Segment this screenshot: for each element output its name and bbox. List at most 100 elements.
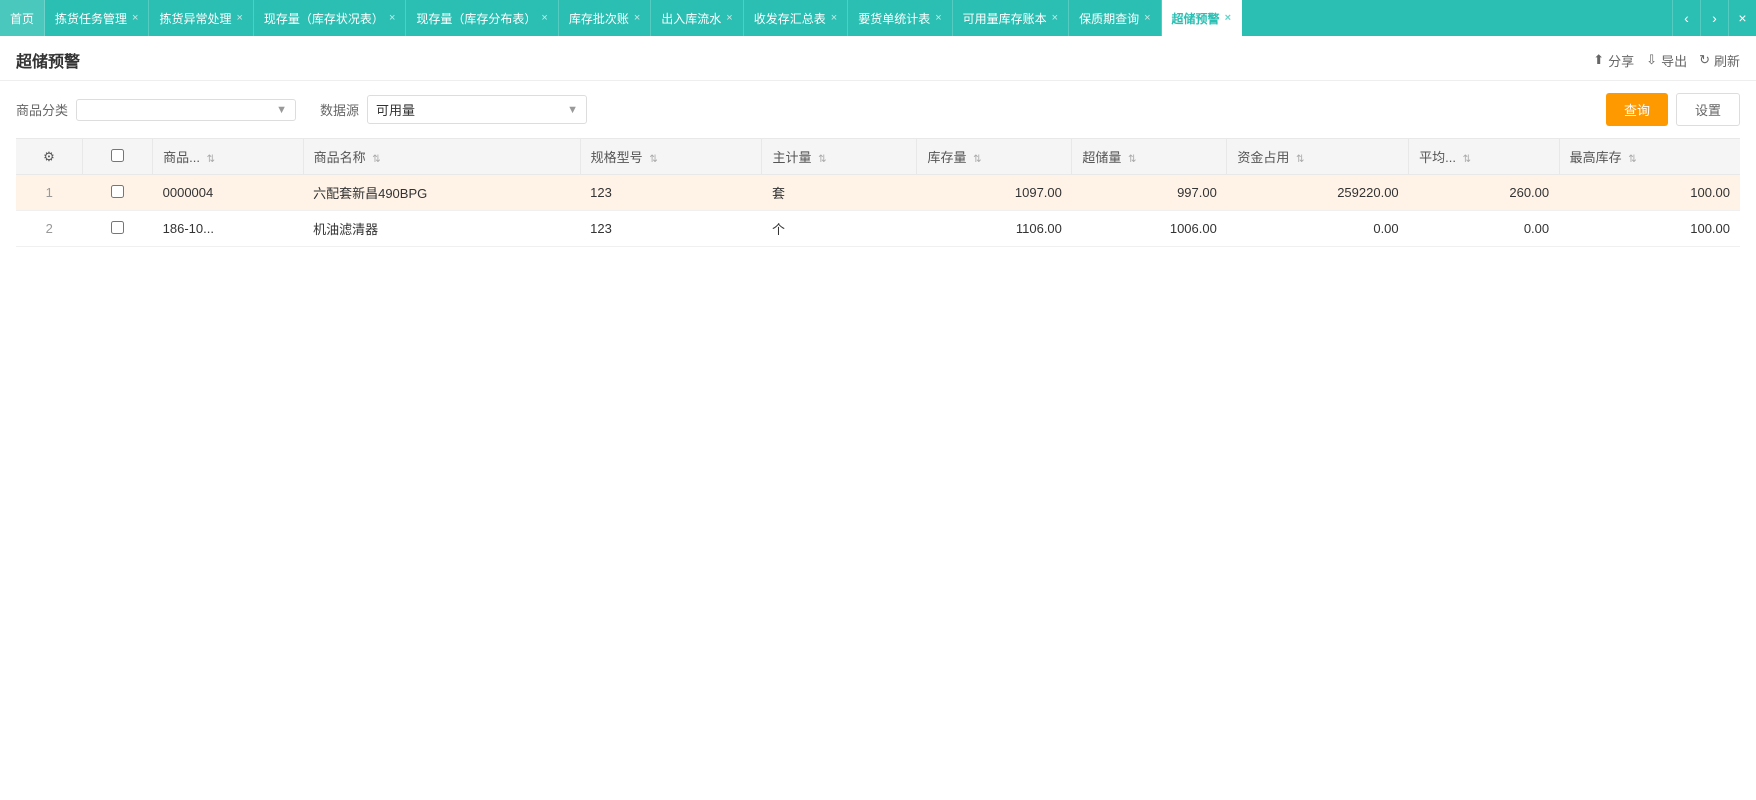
sort-overstock-icon: ⇅ [1128,154,1136,165]
refresh-icon: ↻ [1699,52,1710,68]
th-code[interactable]: 商品... ⇅ [153,139,303,175]
sort-name-icon: ⇅ [372,154,380,165]
page-header: 超储预警 ⬆ 分享 ⇩ 导出 ↻ 刷新 [0,36,1756,81]
close-tab-flow[interactable]: × [726,12,732,24]
nav-bar: 首页 拣货任务管理 × 拣货异常处理 × 现存量（库存状况表） × 现存量（库存… [0,0,1756,36]
row-avg-0: 260.00 [1409,175,1559,211]
filter-actions: 查询 设置 [1606,93,1740,126]
row-unit-1: 个 [762,211,917,247]
row-check-0[interactable] [82,175,152,211]
close-tab-stock-dist[interactable]: × [541,12,547,24]
sort-max-icon: ⇅ [1628,154,1636,165]
settings-button[interactable]: 设置 [1676,93,1740,126]
table-row: 2 186-10... 机油滤清器 123 个 1106.00 1006.00 … [16,211,1740,247]
datasource-filter: 数据源 可用量 ▼ [320,95,587,124]
refresh-button[interactable]: ↻ 刷新 [1699,51,1740,70]
sort-capital-icon: ⇅ [1296,154,1304,165]
nav-tab-order-stat[interactable]: 要货单统计表 × [848,0,952,36]
datasource-select[interactable]: 可用量 ▼ [367,95,587,124]
row-name-0: 六配套新昌490BPG [303,175,580,211]
filter-area: 商品分类 ▼ 数据源 可用量 ▼ 查询 设置 [0,81,1756,138]
th-gear[interactable]: ⚙ [16,139,82,175]
share-icon: ⬆ [1593,52,1604,68]
close-tab-quality[interactable]: × [1144,12,1150,24]
close-tab-summary[interactable]: × [831,12,837,24]
sort-unit-icon: ⇅ [818,154,826,165]
row-num-1: 2 [16,211,82,247]
nav-prev-btn[interactable]: ‹ [1672,0,1700,36]
row-max-stock-0: 100.00 [1559,175,1740,211]
th-capital[interactable]: 资金占用 ⇅ [1227,139,1409,175]
th-max-stock[interactable]: 最高库存 ⇅ [1559,139,1740,175]
nav-next-btn[interactable]: › [1700,0,1728,36]
th-spec[interactable]: 规格型号 ⇅ [580,139,762,175]
th-checkbox[interactable] [82,139,152,175]
header-actions: ⬆ 分享 ⇩ 导出 ↻ 刷新 [1593,51,1740,70]
category-select[interactable]: ▼ [76,99,296,121]
nav-tab-summary[interactable]: 收发存汇总表 × [744,0,848,36]
nav-tab-home[interactable]: 首页 [0,0,45,36]
row-avg-1: 0.00 [1409,211,1559,247]
row-spec-0: 123 [580,175,762,211]
table-header-row: ⚙ 商品... ⇅ 商品名称 ⇅ 规格型号 ⇅ [16,139,1740,175]
th-unit[interactable]: 主计量 ⇅ [762,139,917,175]
row-spec-1: 123 [580,211,762,247]
row-stock-0: 1097.00 [917,175,1072,211]
nav-tab-overstock[interactable]: 超储预警 × [1162,0,1242,36]
row-check-1[interactable] [82,211,152,247]
query-button[interactable]: 查询 [1606,93,1668,126]
row-capital-0: 259220.00 [1227,175,1409,211]
close-tab-stock-status[interactable]: × [389,12,395,24]
page-title: 超储预警 [16,48,80,72]
category-filter: 商品分类 ▼ [16,99,296,121]
close-tab-order-stat[interactable]: × [935,12,941,24]
nav-tab-stock-dist[interactable]: 现存量（库存分布表） × [406,0,558,36]
close-tab-available[interactable]: × [1052,12,1058,24]
data-table: ⚙ 商品... ⇅ 商品名称 ⇅ 规格型号 ⇅ [16,138,1740,247]
row-code-1: 186-10... [153,211,303,247]
row-max-stock-1: 100.00 [1559,211,1740,247]
sort-code-icon: ⇅ [207,154,215,165]
th-name[interactable]: 商品名称 ⇅ [303,139,580,175]
th-overstock[interactable]: 超储量 ⇅ [1072,139,1227,175]
th-avg[interactable]: 平均... ⇅ [1409,139,1559,175]
export-button[interactable]: ⇩ 导出 [1646,51,1687,70]
category-chevron-icon: ▼ [276,104,287,116]
nav-tab-quality[interactable]: 保质期查询 × [1069,0,1161,36]
close-tab-overstock[interactable]: × [1225,12,1231,24]
table-row: 1 0000004 六配套新昌490BPG 123 套 1097.00 997.… [16,175,1740,211]
datasource-label: 数据源 [320,100,359,119]
category-label: 商品分类 [16,100,68,119]
select-all-checkbox[interactable] [111,149,124,162]
nav-tab-task[interactable]: 拣货任务管理 × [45,0,149,36]
table-container: ⚙ 商品... ⇅ 商品名称 ⇅ 规格型号 ⇅ [0,138,1756,247]
row-num-0: 1 [16,175,82,211]
sort-stock-icon: ⇅ [973,154,981,165]
sort-avg-icon: ⇅ [1463,154,1471,165]
close-tab-task[interactable]: × [132,12,138,24]
row-capital-1: 0.00 [1227,211,1409,247]
nav-arrows: ‹ › × [1672,0,1756,36]
nav-tab-available[interactable]: 可用量库存账本 × [953,0,1069,36]
nav-tab-stock-status[interactable]: 现存量（库存状况表） × [254,0,406,36]
row-unit-0: 套 [762,175,917,211]
row-overstock-1: 1006.00 [1072,211,1227,247]
nav-tab-stock-batch[interactable]: 库存批次账 × [559,0,651,36]
datasource-value: 可用量 [376,100,415,119]
row-overstock-0: 997.00 [1072,175,1227,211]
th-stock[interactable]: 库存量 ⇅ [917,139,1072,175]
export-icon: ⇩ [1646,52,1657,68]
sort-spec-icon: ⇅ [649,154,657,165]
nav-tab-flow[interactable]: 出入库流水 × [651,0,743,36]
close-tab-abnormal[interactable]: × [236,12,242,24]
nav-more-btn[interactable]: × [1728,0,1756,36]
gear-icon: ⚙ [43,149,55,164]
close-tab-stock-batch[interactable]: × [634,12,640,24]
datasource-chevron-icon: ▼ [567,104,578,116]
share-button[interactable]: ⬆ 分享 [1593,51,1634,70]
row-name-1: 机油滤清器 [303,211,580,247]
row-code-0: 0000004 [153,175,303,211]
nav-tab-abnormal[interactable]: 拣货异常处理 × [149,0,253,36]
page-content: 超储预警 ⬆ 分享 ⇩ 导出 ↻ 刷新 商品分类 ▼ 数据源 [0,36,1756,800]
row-stock-1: 1106.00 [917,211,1072,247]
